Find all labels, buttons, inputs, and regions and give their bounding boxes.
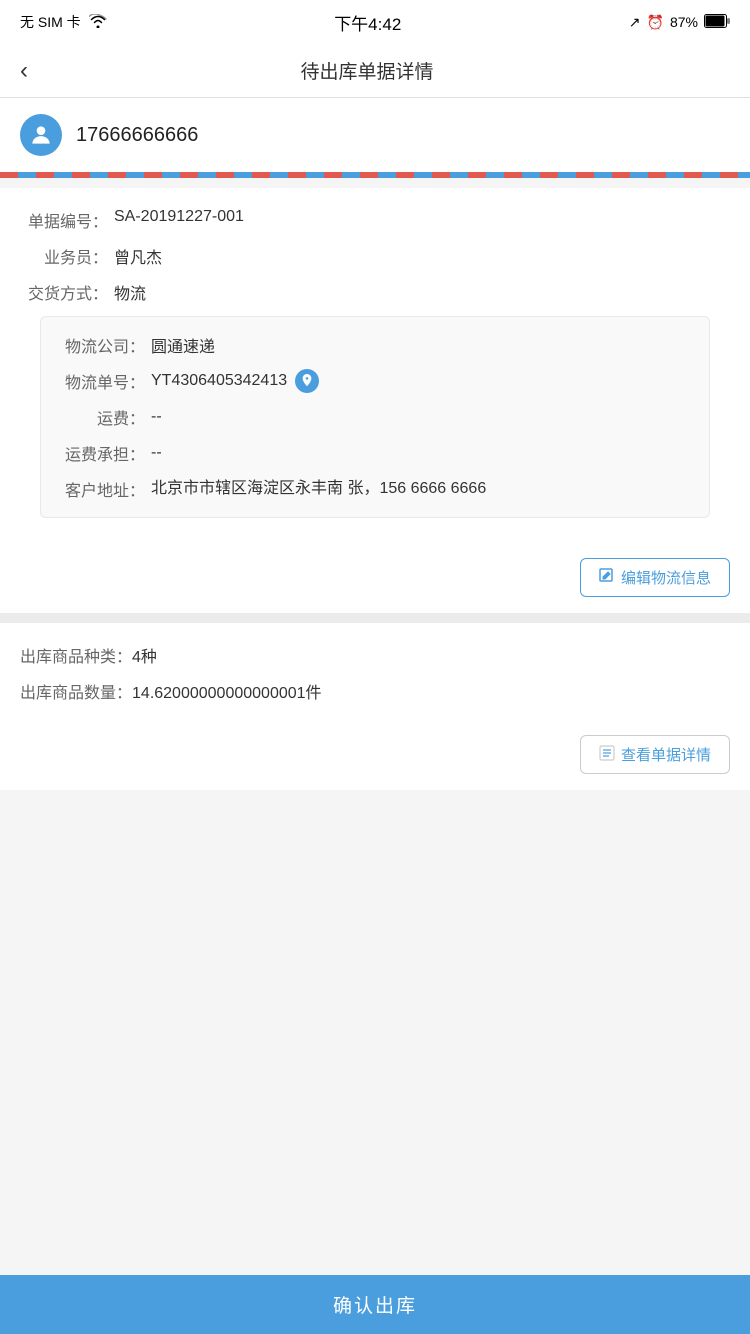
battery-icon (704, 14, 730, 31)
edit-btn-label: 编辑物流信息 (621, 567, 711, 588)
status-time: 下午4:42 (334, 10, 401, 35)
staff-row: 业务员： 曾凡杰 (20, 244, 730, 268)
status-bar: 无 SIM 卡 下午4:42 ↗ ⏰ 87% (0, 0, 750, 44)
wifi-icon (89, 14, 107, 31)
address-label: 客户地址： (57, 477, 145, 501)
goods-section: 出库商品种类： 4种 出库商品数量： 14.62000000000000001件 (0, 623, 750, 735)
freight-bearer-label: 运费承担： (57, 441, 145, 465)
view-detail-button[interactable]: 查看单据详情 (580, 735, 730, 774)
goods-type-label: 出库商品种类： (20, 643, 132, 667)
order-no-value: SA-20191227-001 (108, 208, 730, 232)
staff-label: 业务员： (20, 244, 108, 268)
avatar (20, 114, 62, 156)
spacer (0, 790, 750, 990)
logistics-tracking-row: 物流单号： YT4306405342413 (57, 369, 693, 393)
confirm-section: 确认出库 (0, 1275, 750, 1334)
back-button[interactable]: ‹ (20, 49, 40, 93)
goods-quantity-label: 出库商品数量： (20, 679, 132, 703)
freight-bearer-row: 运费承担： -- (57, 441, 693, 465)
view-btn-row: 查看单据详情 (0, 735, 750, 790)
view-btn-label: 查看单据详情 (621, 744, 711, 765)
location-pin-button[interactable] (295, 369, 319, 393)
freight-bearer-value: -- (145, 444, 693, 462)
gray-divider (0, 613, 750, 623)
battery-percent: 87% (670, 14, 698, 30)
main-content: 17666666666 单据编号： SA-20191227-001 业务员： 曾… (0, 98, 750, 1070)
edit-logistics-button[interactable]: 编辑物流信息 (580, 558, 730, 597)
sim-label: 无 SIM 卡 (20, 12, 81, 32)
goods-type-value: 4种 (132, 643, 157, 667)
dashed-divider (0, 172, 750, 178)
logistics-company-row: 物流公司： 圆通速递 (57, 333, 693, 357)
freight-value: -- (145, 408, 693, 426)
phone-number: 17666666666 (76, 124, 198, 147)
logistics-tracking-value: YT4306405342413 (145, 372, 287, 390)
freight-row: 运费： -- (57, 405, 693, 429)
goods-type-row: 出库商品种类： 4种 (20, 643, 730, 667)
order-info-section: 单据编号： SA-20191227-001 业务员： 曾凡杰 交货方式： 物流 … (0, 188, 750, 558)
nav-bar: ‹ 待出库单据详情 (0, 44, 750, 98)
tracking-row: YT4306405342413 (145, 369, 319, 393)
confirm-outbound-button[interactable]: 确认出库 (20, 1291, 730, 1318)
order-no-row: 单据编号： SA-20191227-001 (20, 208, 730, 232)
edit-icon (599, 568, 615, 588)
alarm-icon: ⏰ (647, 14, 664, 31)
page-title: 待出库单据详情 (40, 57, 694, 84)
freight-label: 运费： (57, 405, 145, 429)
logistics-card: 物流公司： 圆通速递 物流单号： YT4306405342413 运费： -- (40, 316, 710, 518)
list-icon (599, 745, 615, 765)
edit-btn-row: 编辑物流信息 (0, 558, 750, 613)
goods-quantity-value: 14.62000000000000001件 (132, 679, 322, 703)
goods-quantity-row: 出库商品数量： 14.62000000000000001件 (20, 679, 730, 703)
status-right: ↗ ⏰ 87% (629, 14, 730, 31)
logistics-company-value: 圆通速递 (145, 333, 693, 357)
phone-header: 17666666666 (0, 98, 750, 172)
staff-value: 曾凡杰 (108, 244, 730, 268)
status-left: 无 SIM 卡 (20, 12, 107, 32)
address-value: 北京市市辖区海淀区永丰南 张，156 6666 6666 (145, 477, 693, 501)
address-row: 客户地址： 北京市市辖区海淀区永丰南 张，156 6666 6666 (57, 477, 693, 501)
delivery-label: 交货方式： (20, 280, 108, 304)
order-no-label: 单据编号： (20, 208, 108, 232)
delivery-value: 物流 (108, 280, 730, 304)
logistics-company-label: 物流公司： (57, 333, 145, 357)
logistics-tracking-label: 物流单号： (57, 369, 145, 393)
location-icon: ↗ (629, 14, 641, 31)
delivery-row: 交货方式： 物流 (20, 280, 730, 304)
